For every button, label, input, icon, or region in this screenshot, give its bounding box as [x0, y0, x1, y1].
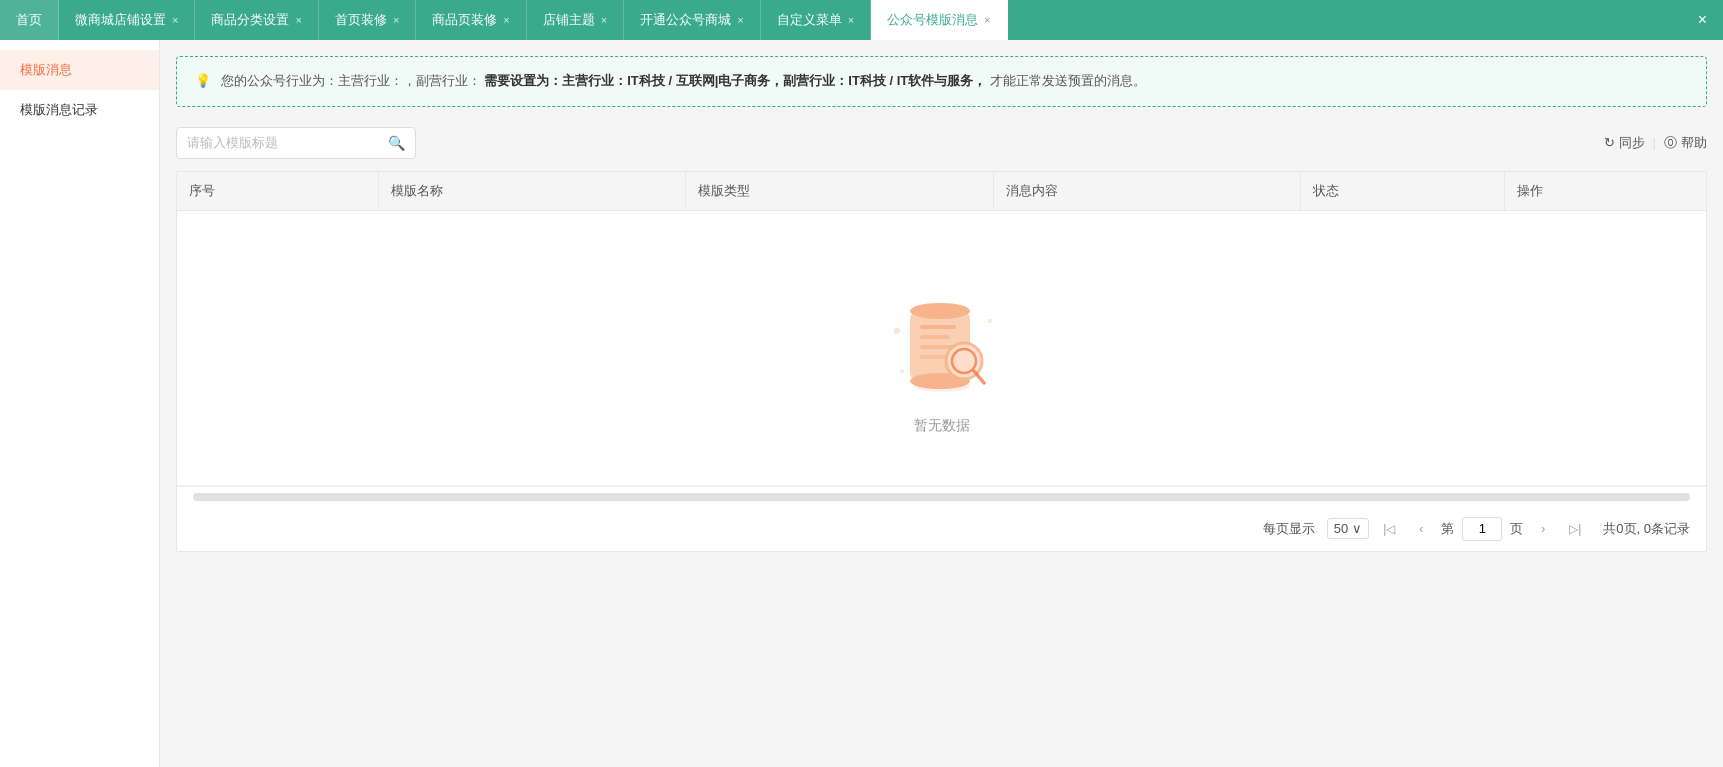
tab-label-open-mall: 开通公众号商城	[640, 11, 731, 29]
tab-label-product-decoration: 商品页装修	[432, 11, 497, 29]
empty-text: 暂无数据	[914, 417, 970, 435]
bulb-icon: 💡	[195, 73, 211, 88]
tab-close-shop-settings[interactable]: ×	[172, 14, 178, 26]
tab-label-category-settings: 商品分类设置	[211, 11, 289, 29]
help-label: 帮助	[1681, 134, 1707, 152]
toolbar-right: ↻ 同步 | ⓪ 帮助	[1604, 134, 1707, 152]
search-input[interactable]	[187, 135, 388, 150]
per-page-value: 50	[1334, 521, 1348, 536]
empty-state: 暂无数据	[189, 221, 1694, 475]
tab-label-custom-menu: 自定义菜单	[777, 11, 842, 29]
svg-point-12	[988, 319, 992, 323]
svg-point-11	[894, 328, 900, 334]
total-text: 共0页, 0条记录	[1603, 520, 1690, 538]
tab-close-home-decoration[interactable]: ×	[393, 14, 399, 26]
table-header: 序号模版名称模版类型消息内容状态操作	[177, 172, 1706, 211]
pagination-bar: 每页显示 50 ∨ |◁ ‹ 第 页 › ▷| 共0页, 0条记录	[177, 507, 1706, 551]
tab-close-template-msg[interactable]: ×	[984, 14, 990, 26]
col-header-status: 状态	[1301, 172, 1505, 211]
tab-label-home-decoration: 首页装修	[335, 11, 387, 29]
main-layout: 模版消息模版消息记录 💡 您的公众号行业为：主营行业：，副营行业： 需要设置为：…	[0, 40, 1723, 767]
horizontal-scrollbar[interactable]	[193, 493, 1690, 501]
col-header-action: 操作	[1504, 172, 1706, 211]
col-header-content: 消息内容	[993, 172, 1300, 211]
prev-page-button[interactable]: ‹	[1409, 517, 1433, 541]
svg-rect-7	[920, 355, 946, 359]
tab-shop-theme[interactable]: 店铺主题 ×	[527, 0, 624, 40]
sidebar-item-template-msg-log[interactable]: 模版消息记录	[0, 90, 159, 130]
svg-rect-5	[920, 335, 950, 339]
svg-rect-4	[920, 325, 956, 329]
data-table: 序号模版名称模版类型消息内容状态操作	[177, 172, 1706, 486]
sidebar: 模版消息模版消息记录	[0, 40, 160, 767]
col-header-name: 模版名称	[379, 172, 686, 211]
search-bar: 🔍 ↻ 同步 | ⓪ 帮助	[176, 127, 1707, 159]
chevron-down-icon: ∨	[1352, 521, 1362, 536]
tab-category-settings[interactable]: 商品分类设置 ×	[195, 0, 318, 40]
tab-template-msg[interactable]: 公众号模版消息 ×	[871, 0, 1007, 40]
tab-home[interactable]: 首页	[0, 0, 59, 40]
tab-custom-menu[interactable]: 自定义菜单 ×	[761, 0, 871, 40]
tab-shop-settings[interactable]: 微商城店铺设置 ×	[59, 0, 195, 40]
svg-point-13	[900, 369, 904, 373]
tab-label-home: 首页	[16, 11, 42, 29]
main-content: 💡 您的公众号行业为：主营行业：，副营行业： 需要设置为：主营行业：IT科技 /…	[160, 40, 1723, 767]
notice-highlight: 需要设置为：主营行业：IT科技 / 互联网|电子商务，副营行业：IT科技 / I…	[484, 73, 986, 88]
toolbar-divider: |	[1653, 135, 1656, 150]
tab-close-open-mall[interactable]: ×	[737, 14, 743, 26]
search-icon[interactable]: 🔍	[388, 135, 405, 151]
svg-rect-6	[920, 345, 954, 349]
sidebar-item-template-msg[interactable]: 模版消息	[0, 50, 159, 90]
scrollbar-area[interactable]	[177, 486, 1706, 507]
per-page-select[interactable]: 50 ∨	[1327, 518, 1369, 539]
tab-home-decoration[interactable]: 首页装修 ×	[319, 0, 416, 40]
tab-close-category-settings[interactable]: ×	[295, 14, 301, 26]
tab-label-shop-theme: 店铺主题	[543, 11, 595, 29]
first-page-button[interactable]: |◁	[1377, 517, 1401, 541]
sync-button[interactable]: ↻ 同步	[1604, 134, 1645, 152]
tab-label-template-msg: 公众号模版消息	[887, 11, 978, 29]
tab-close-custom-menu[interactable]: ×	[848, 14, 854, 26]
tab-label-shop-settings: 微商城店铺设置	[75, 11, 166, 29]
sync-icon: ↻	[1604, 135, 1615, 150]
last-page-button[interactable]: ▷|	[1563, 517, 1587, 541]
next-page-button[interactable]: ›	[1531, 517, 1555, 541]
page-suffix: 页	[1510, 520, 1523, 538]
help-button[interactable]: ⓪ 帮助	[1664, 134, 1707, 152]
notice-text2: 才能正常发送预置的消息。	[990, 73, 1146, 88]
tab-close-product-decoration[interactable]: ×	[503, 14, 509, 26]
per-page-label: 每页显示	[1263, 520, 1315, 538]
col-header-type: 模版类型	[686, 172, 993, 211]
col-header-seq: 序号	[177, 172, 379, 211]
empty-illustration	[882, 281, 1002, 401]
tab-open-mall[interactable]: 开通公众号商城 ×	[624, 0, 760, 40]
notice-text1: 您的公众号行业为：主营行业：，副营行业：	[221, 73, 481, 88]
table-body: 暂无数据	[177, 210, 1706, 485]
page-number-input[interactable]	[1462, 517, 1502, 541]
svg-point-2	[910, 303, 970, 319]
page-prefix: 第	[1441, 520, 1454, 538]
global-close-button[interactable]: ×	[1682, 11, 1723, 29]
search-input-wrap[interactable]: 🔍	[176, 127, 416, 159]
sync-label: 同步	[1619, 134, 1645, 152]
notice-box: 💡 您的公众号行业为：主营行业：，副营行业： 需要设置为：主营行业：IT科技 /…	[176, 56, 1707, 107]
help-icon: ⓪	[1664, 134, 1677, 152]
tab-close-shop-theme[interactable]: ×	[601, 14, 607, 26]
table-container: 序号模版名称模版类型消息内容状态操作	[176, 171, 1707, 552]
top-nav: 首页微商城店铺设置×商品分类设置×首页装修×商品页装修×店铺主题×开通公众号商城…	[0, 0, 1723, 40]
tab-product-decoration[interactable]: 商品页装修 ×	[416, 0, 526, 40]
